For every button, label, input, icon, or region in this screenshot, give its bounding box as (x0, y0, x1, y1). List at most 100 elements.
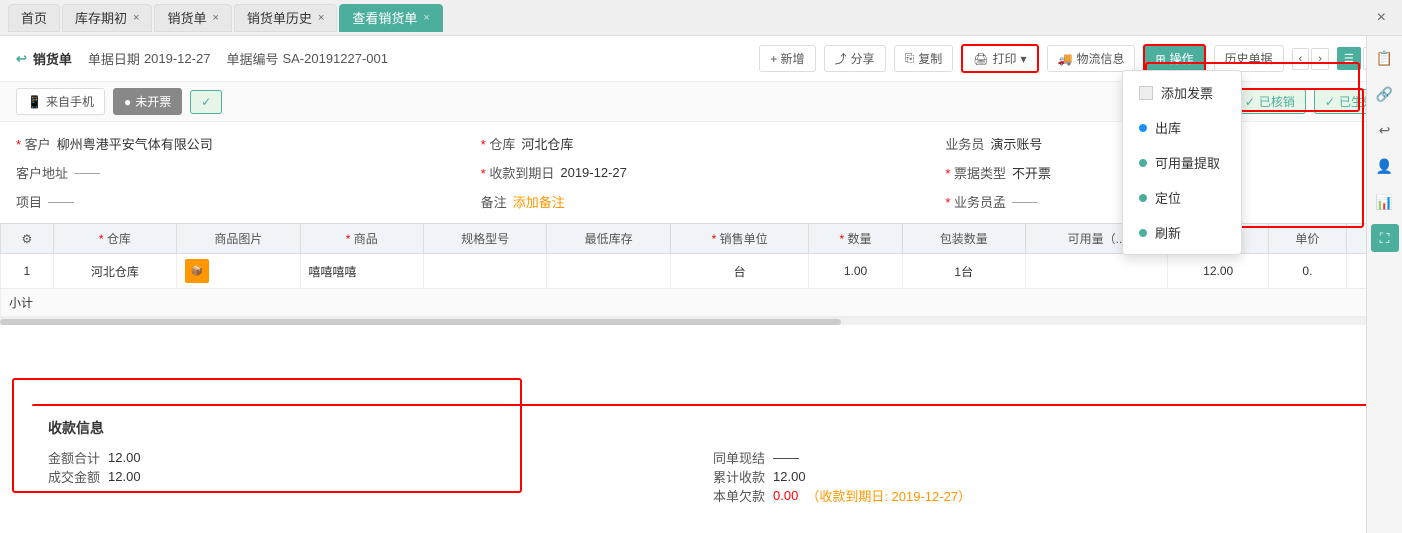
row-no: 1 (1, 254, 54, 289)
row-unit: 台 (670, 254, 809, 289)
add-invoice-item[interactable]: 添加发票 (1123, 75, 1241, 110)
horizontal-scrollbar[interactable] (0, 317, 1402, 325)
project-value: —— (48, 194, 74, 209)
share-icon: ⤴ (835, 50, 847, 67)
cumulative-row: 累计收款 12.00 (713, 467, 1354, 486)
sold-badge: ✓ 已核销 (1234, 89, 1306, 114)
add-note-link[interactable]: 添加备注 (513, 192, 565, 211)
doc-date-label: 单据日期 2019-12-27 (88, 49, 211, 68)
add-invoice-label: 添加发票 (1161, 83, 1213, 102)
row-product-img: 📦 (177, 254, 300, 289)
row-min-stock (547, 254, 670, 289)
total-row: 金额合计 12.00 (48, 448, 689, 467)
doc-number-value: SA-20191227-001 (282, 51, 388, 66)
prev-button[interactable]: ‹ (1292, 48, 1310, 70)
window-close-button[interactable]: × (1369, 9, 1394, 27)
new-button[interactable]: + 新增 (759, 45, 815, 72)
tab-sales-order[interactable]: 销货单 × (154, 4, 231, 32)
subtotal-row: 小计 (1, 289, 1402, 317)
print-icon: 🖨 (973, 52, 988, 66)
available-qty-item[interactable]: 可用量提取 (1123, 145, 1241, 180)
tab-sales-history[interactable]: 销货单历史 × (234, 4, 337, 32)
transaction-label: 成交金额 (48, 467, 100, 486)
grid-icon: ⊞ (1155, 52, 1165, 66)
close-tab-sales[interactable]: × (212, 12, 218, 24)
settings-icon: ⚙ (21, 232, 32, 246)
locate-item[interactable]: 定位 (1123, 180, 1241, 215)
transaction-value: 12.00 (108, 469, 141, 484)
total-label: 金额合计 (48, 448, 100, 467)
table-row: 1 河北仓库 📦 嘻嘻嘻嘻 台 1.00 1台 12.00 0. (1, 254, 1402, 289)
close-tab-view[interactable]: × (423, 12, 429, 24)
tab-inventory-init[interactable]: 库存期初 × (62, 4, 152, 32)
address-field: 客户地址 —— (16, 163, 457, 182)
print-button[interactable]: 🖨 打印 ▾ (961, 44, 1038, 73)
doc-date-value: 2019-12-27 (144, 51, 211, 66)
staff2-label: 业务员孟 (945, 192, 1006, 211)
sidebar-user-icon[interactable]: 👤 (1371, 152, 1399, 180)
history-button[interactable]: 历史单据 (1214, 45, 1284, 72)
row-pack-qty: 1台 (902, 254, 1025, 289)
address-label: 客户地址 (16, 163, 68, 182)
address-value: —— (74, 165, 100, 180)
tab-home[interactable]: 首页 (8, 4, 60, 32)
refresh-icon (1139, 229, 1147, 237)
close-tab-history[interactable]: × (318, 12, 324, 24)
tab-inventory-label: 库存期初 (75, 8, 127, 27)
warehouse-label: 仓库 (481, 134, 516, 153)
row-product: 嘻嘻嘻嘻 (300, 254, 423, 289)
doc-number-label: 单据编号 SA-20191227-001 (226, 49, 388, 68)
doc-type-label: 销货单 (33, 49, 72, 68)
sidebar-link-icon[interactable]: 🔗 (1371, 80, 1399, 108)
summary-grid: 金额合计 12.00 成交金额 12.00 同单现结 —— (48, 448, 1354, 505)
due-label: 本单欠款 (713, 486, 765, 505)
refresh-label: 刷新 (1155, 223, 1181, 242)
transaction-row: 成交金额 12.00 (48, 467, 689, 486)
payment-date-field: 收款到期日 2019-12-27 (481, 163, 922, 182)
sidebar-chart-icon[interactable]: 📊 (1371, 188, 1399, 216)
row-price: 0. (1269, 254, 1347, 289)
tab-home-label: 首页 (21, 8, 47, 27)
summary-col-left: 金额合计 12.00 成交金额 12.00 (48, 448, 689, 505)
same-order-label: 同单现结 (713, 448, 765, 467)
operations-button[interactable]: ⊞ 操作 (1143, 44, 1205, 73)
payment-info-panel: 收款信息 金额合计 12.00 成交金额 12.00 (32, 404, 1370, 517)
product-image: 📦 (185, 259, 209, 283)
tab-view-sales[interactable]: 查看销货单 × (339, 4, 442, 32)
same-order-value: —— (773, 450, 799, 465)
effective-check-icon: ✓ (1325, 95, 1335, 109)
payment-date-value: 2019-12-27 (560, 165, 627, 180)
customer-field: 客户 柳州粤港平安气体有限公司 (16, 134, 457, 153)
copy-button[interactable]: ⎘ 复制 (894, 45, 954, 72)
invoice-icon (1139, 86, 1153, 100)
list-view-button[interactable]: ☰ (1337, 47, 1361, 70)
sidebar-expand-icon[interactable]: ⛶ (1371, 224, 1399, 252)
staff-value: 演示账号 (990, 134, 1042, 153)
note-field: 备注 添加备注 (481, 192, 922, 211)
next-button[interactable]: › (1311, 48, 1329, 70)
share-button[interactable]: ⤴ 分享 (824, 45, 886, 72)
locate-icon (1139, 194, 1147, 202)
confirm-button[interactable]: ✓ (190, 90, 222, 114)
not-open-button[interactable]: ● 未开票 (113, 88, 182, 115)
tab-bar: 首页 库存期初 × 销货单 × 销货单历史 × 查看销货单 × × (0, 0, 1402, 36)
available-qty-icon (1139, 159, 1147, 167)
logistics-button[interactable]: 🚚 物流信息 (1047, 45, 1136, 72)
due-row: 本单欠款 0.00 （收款到期日: 2019-12-27） (713, 486, 1354, 505)
row-warehouse: 河北仓库 (53, 254, 176, 289)
right-sidebar: 📋 🔗 ↩ 👤 📊 ⛶ (1366, 36, 1402, 533)
from-phone-button[interactable]: 📱 来自手机 (16, 88, 105, 115)
close-tab-inventory[interactable]: × (133, 12, 139, 24)
doc-title: ↩ 销货单 (16, 49, 72, 68)
circle-icon: ● (124, 95, 131, 109)
subtotal-label: 小计 (1, 289, 1402, 317)
refresh-item[interactable]: 刷新 (1123, 215, 1241, 250)
th-warehouse: 仓库 (53, 224, 176, 254)
copy-icon: ⎘ (905, 51, 915, 66)
sidebar-return-icon[interactable]: ↩ (1371, 116, 1399, 144)
header-actions: + 新增 ⤴ 分享 ⎘ 复制 🖨 打印 ▾ 🚚 物流信息 (759, 44, 1386, 73)
staff-label: 业务员 (945, 134, 984, 153)
th-qty: 数量 (809, 224, 902, 254)
sidebar-document-icon[interactable]: 📋 (1371, 44, 1399, 72)
outbound-item[interactable]: 出库 (1123, 110, 1241, 145)
